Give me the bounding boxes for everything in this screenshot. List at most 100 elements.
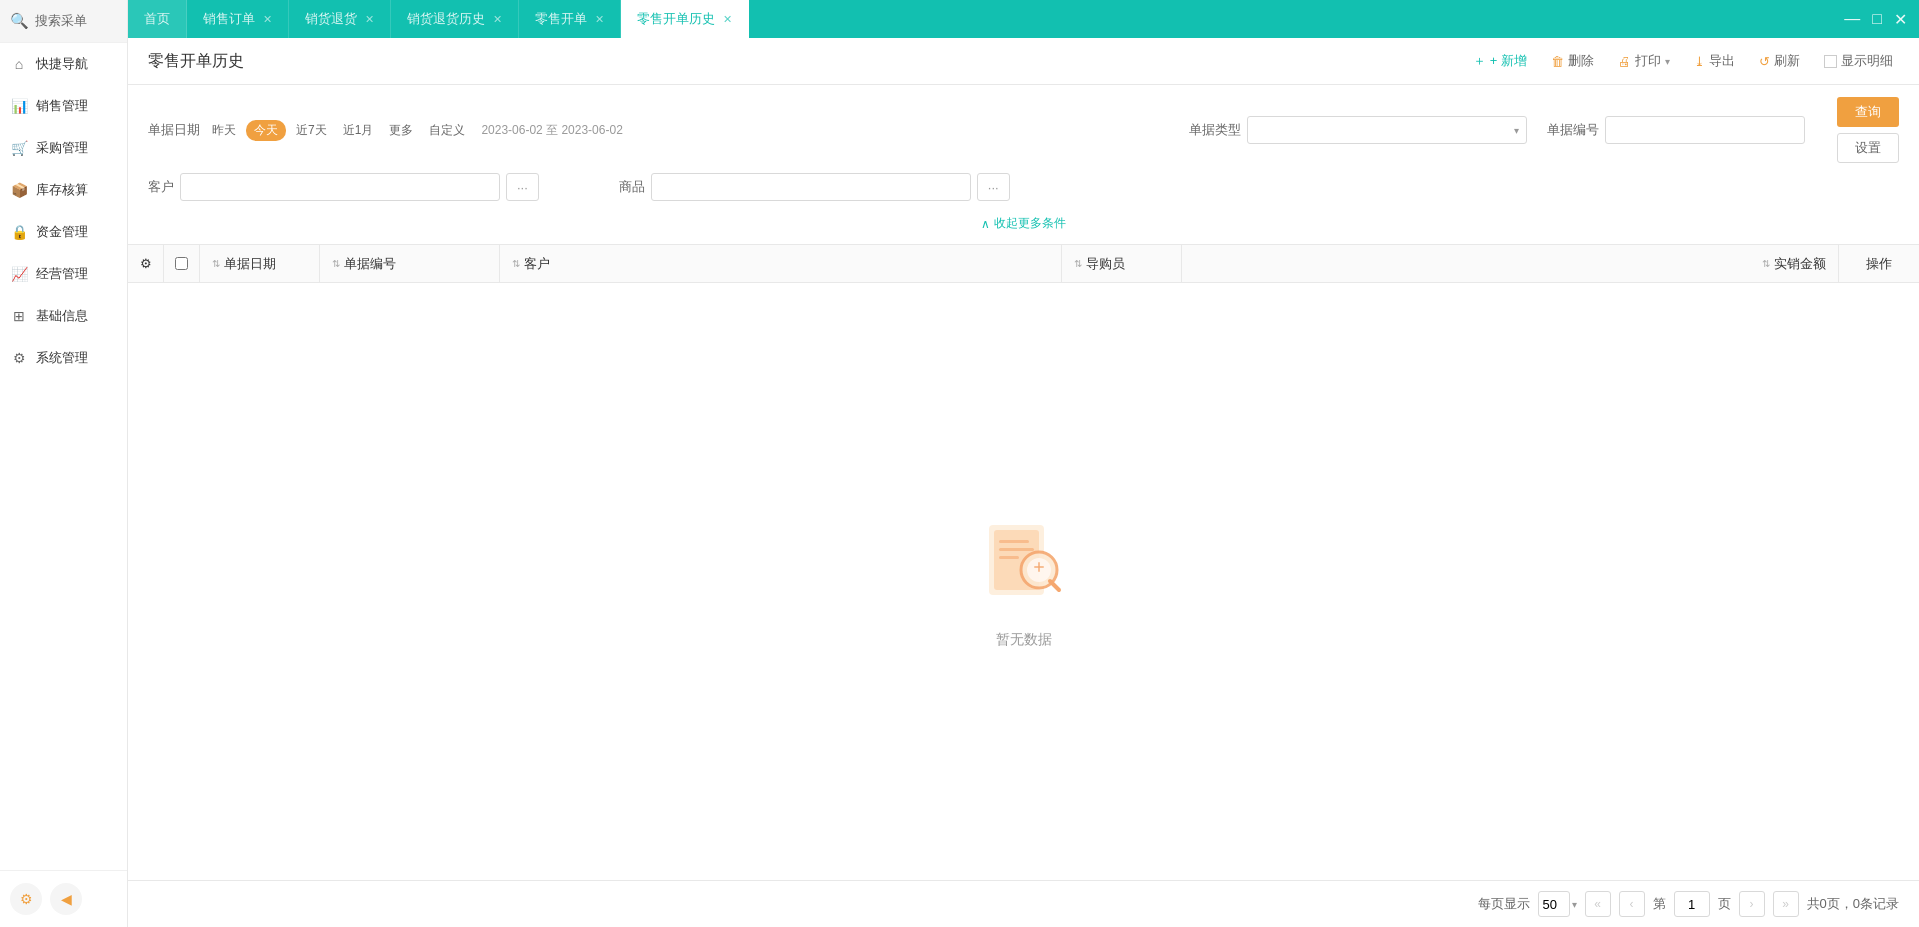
tab-retail-open-history[interactable]: 零售开单历史 ✕	[621, 0, 749, 38]
grid-icon: ⊞	[10, 307, 28, 325]
sidebar-item-quick-nav[interactable]: ⌂ 快捷导航	[0, 43, 127, 85]
date-btn-today[interactable]: 今天	[246, 120, 286, 141]
sidebar-item-label-operations: 经营管理	[36, 265, 88, 283]
next-page-button[interactable]: ›	[1739, 891, 1765, 917]
date-btn-yesterday[interactable]: 昨天	[206, 120, 242, 141]
date-btn-more[interactable]: 更多	[383, 120, 419, 141]
settings-footer-button[interactable]: ⚙	[10, 883, 42, 915]
th-billno-label: 单据编号	[344, 255, 396, 273]
date-buttons: 昨天 今天 近7天 近1月 更多 自定义	[206, 120, 471, 141]
collapse-bar[interactable]: ∧ 收起更多条件	[148, 211, 1899, 232]
sidebar-item-operations[interactable]: 📈 经营管理	[0, 253, 127, 295]
svg-rect-2	[999, 540, 1029, 543]
per-page-select-wrap: 10 20 50 100 ▾	[1538, 891, 1577, 917]
pagination-bar: 每页显示 10 20 50 100 ▾ « ‹ 第 页 ›	[128, 880, 1919, 927]
export-button[interactable]: ⤓ 导出	[1688, 48, 1741, 74]
prev-page-button[interactable]: ‹	[1619, 891, 1645, 917]
collapse-sidebar-icon: ◀	[61, 891, 72, 907]
close-button[interactable]: ✕	[1894, 10, 1907, 29]
sidebar-item-label-sys-mgmt: 系统管理	[36, 349, 88, 367]
query-button[interactable]: 查询	[1837, 97, 1899, 127]
sidebar-search-label: 搜索采单	[35, 12, 87, 30]
refresh-label: 刷新	[1774, 52, 1800, 70]
tab-retail-open[interactable]: 零售开单 ✕	[519, 0, 621, 38]
delete-icon: 🗑	[1551, 54, 1564, 69]
collapse-up-icon: ∧	[981, 217, 990, 231]
tab-sales-return-history-close[interactable]: ✕	[493, 13, 502, 26]
tab-retail-open-history-label: 零售开单历史	[637, 10, 715, 28]
date-btn-custom[interactable]: 自定义	[423, 120, 471, 141]
filter-date: 单据日期 昨天 今天 近7天 近1月 更多 自定义 2023-06-02 至 2…	[148, 120, 623, 141]
th-billno[interactable]: ⇅ 单据编号	[320, 245, 500, 282]
tab-retail-open-history-close[interactable]: ✕	[723, 13, 732, 26]
sidebar-item-purchase-mgmt[interactable]: 🛒 采购管理	[0, 127, 127, 169]
sidebar-item-label-inventory: 库存核算	[36, 181, 88, 199]
sidebar-item-sys-mgmt[interactable]: ⚙ 系统管理	[0, 337, 127, 379]
tab-sales-return[interactable]: 销货退货 ✕	[289, 0, 391, 38]
maximize-button[interactable]: □	[1872, 10, 1882, 28]
filter-row-1: 单据日期 昨天 今天 近7天 近1月 更多 自定义 2023-06-02 至 2…	[148, 97, 1899, 163]
export-icon: ⤓	[1694, 54, 1705, 69]
page-label: 第	[1653, 895, 1666, 913]
sidebar: 🔍 搜索采单 ⌂ 快捷导航 📊 销售管理 🛒 采购管理 📦 库存核算 🔒 资金管…	[0, 0, 128, 927]
goods-input[interactable]	[651, 173, 971, 201]
sidebar-item-finance-mgmt[interactable]: 🔒 资金管理	[0, 211, 127, 253]
th-amount-label: 实销金额	[1774, 255, 1826, 273]
page-header: 零售开单历史 ＋ + 新增 🗑 删除 🖨 打印 ▾ ⤓ 导出	[128, 38, 1919, 85]
sidebar-item-sales-mgmt[interactable]: 📊 销售管理	[0, 85, 127, 127]
bill-no-input[interactable]	[1605, 116, 1805, 144]
th-guide[interactable]: ⇅ 导购员	[1062, 245, 1182, 282]
page-number-input[interactable]	[1674, 891, 1710, 917]
tab-sales-order[interactable]: 销售订单 ✕	[187, 0, 289, 38]
date-btn-1month[interactable]: 近1月	[337, 120, 380, 141]
total-info: 共0页，0条记录	[1807, 895, 1899, 913]
th-op-label: 操作	[1866, 255, 1892, 273]
box-icon: 📦	[10, 181, 28, 199]
sidebar-search[interactable]: 🔍 搜索采单	[0, 0, 127, 43]
th-customer[interactable]: ⇅ 客户	[500, 245, 1062, 282]
refresh-icon: ↺	[1759, 54, 1770, 69]
th-check[interactable]	[164, 245, 200, 282]
tab-sales-return-history[interactable]: 销货退货历史 ✕	[391, 0, 519, 38]
th-settings[interactable]: ⚙	[128, 245, 164, 282]
per-page-select[interactable]: 10 20 50 100	[1538, 891, 1570, 917]
goods-label: 商品	[619, 178, 645, 196]
th-op: 操作	[1839, 245, 1919, 282]
sidebar-item-basic-info[interactable]: ⊞ 基础信息	[0, 295, 127, 337]
tabs-actions: — □ ✕	[1832, 0, 1919, 38]
tab-retail-open-close[interactable]: ✕	[595, 13, 604, 26]
delete-button[interactable]: 🗑 删除	[1545, 48, 1600, 74]
minimize-button[interactable]: —	[1844, 10, 1860, 28]
th-date[interactable]: ⇅ 单据日期	[200, 245, 320, 282]
sidebar-item-inventory[interactable]: 📦 库存核算	[0, 169, 127, 211]
collapse-sidebar-button[interactable]: ◀	[50, 883, 82, 915]
svg-rect-3	[999, 548, 1034, 551]
tab-sales-order-close[interactable]: ✕	[263, 13, 272, 26]
tab-home[interactable]: 首页	[128, 0, 187, 38]
customer-input[interactable]	[180, 173, 500, 201]
add-button[interactable]: ＋ + 新增	[1467, 48, 1533, 74]
print-chevron-icon: ▾	[1665, 56, 1670, 67]
customer-ellipsis-button[interactable]: ···	[506, 173, 539, 201]
display-detail-button[interactable]: 显示明细	[1818, 48, 1899, 74]
sidebar-footer: ⚙ ◀	[0, 870, 127, 927]
last-page-button[interactable]: »	[1773, 891, 1799, 917]
th-amount[interactable]: ⇅ 实销金额	[1719, 245, 1839, 282]
gear-icon-nav: ⚙	[10, 349, 28, 367]
first-page-button[interactable]: «	[1585, 891, 1611, 917]
goods-ellipsis-button[interactable]: ···	[977, 173, 1010, 201]
bill-type-select[interactable]	[1247, 116, 1527, 144]
check-all-checkbox[interactable]	[175, 257, 188, 270]
tab-sales-return-close[interactable]: ✕	[365, 13, 374, 26]
svg-rect-4	[999, 556, 1019, 559]
first-page-icon: «	[1594, 897, 1601, 911]
print-button[interactable]: 🖨 打印 ▾	[1612, 48, 1676, 74]
filter-area: 单据日期 昨天 今天 近7天 近1月 更多 自定义 2023-06-02 至 2…	[128, 85, 1919, 245]
refresh-button[interactable]: ↺ 刷新	[1753, 48, 1806, 74]
date-btn-7days[interactable]: 近7天	[290, 120, 333, 141]
tab-sales-return-history-label: 销货退货历史	[407, 10, 485, 28]
th-guide-label: 导购员	[1086, 255, 1125, 273]
display-detail-checkbox[interactable]	[1824, 55, 1837, 68]
settings-button[interactable]: 设置	[1837, 133, 1899, 163]
add-icon: ＋	[1473, 52, 1486, 70]
